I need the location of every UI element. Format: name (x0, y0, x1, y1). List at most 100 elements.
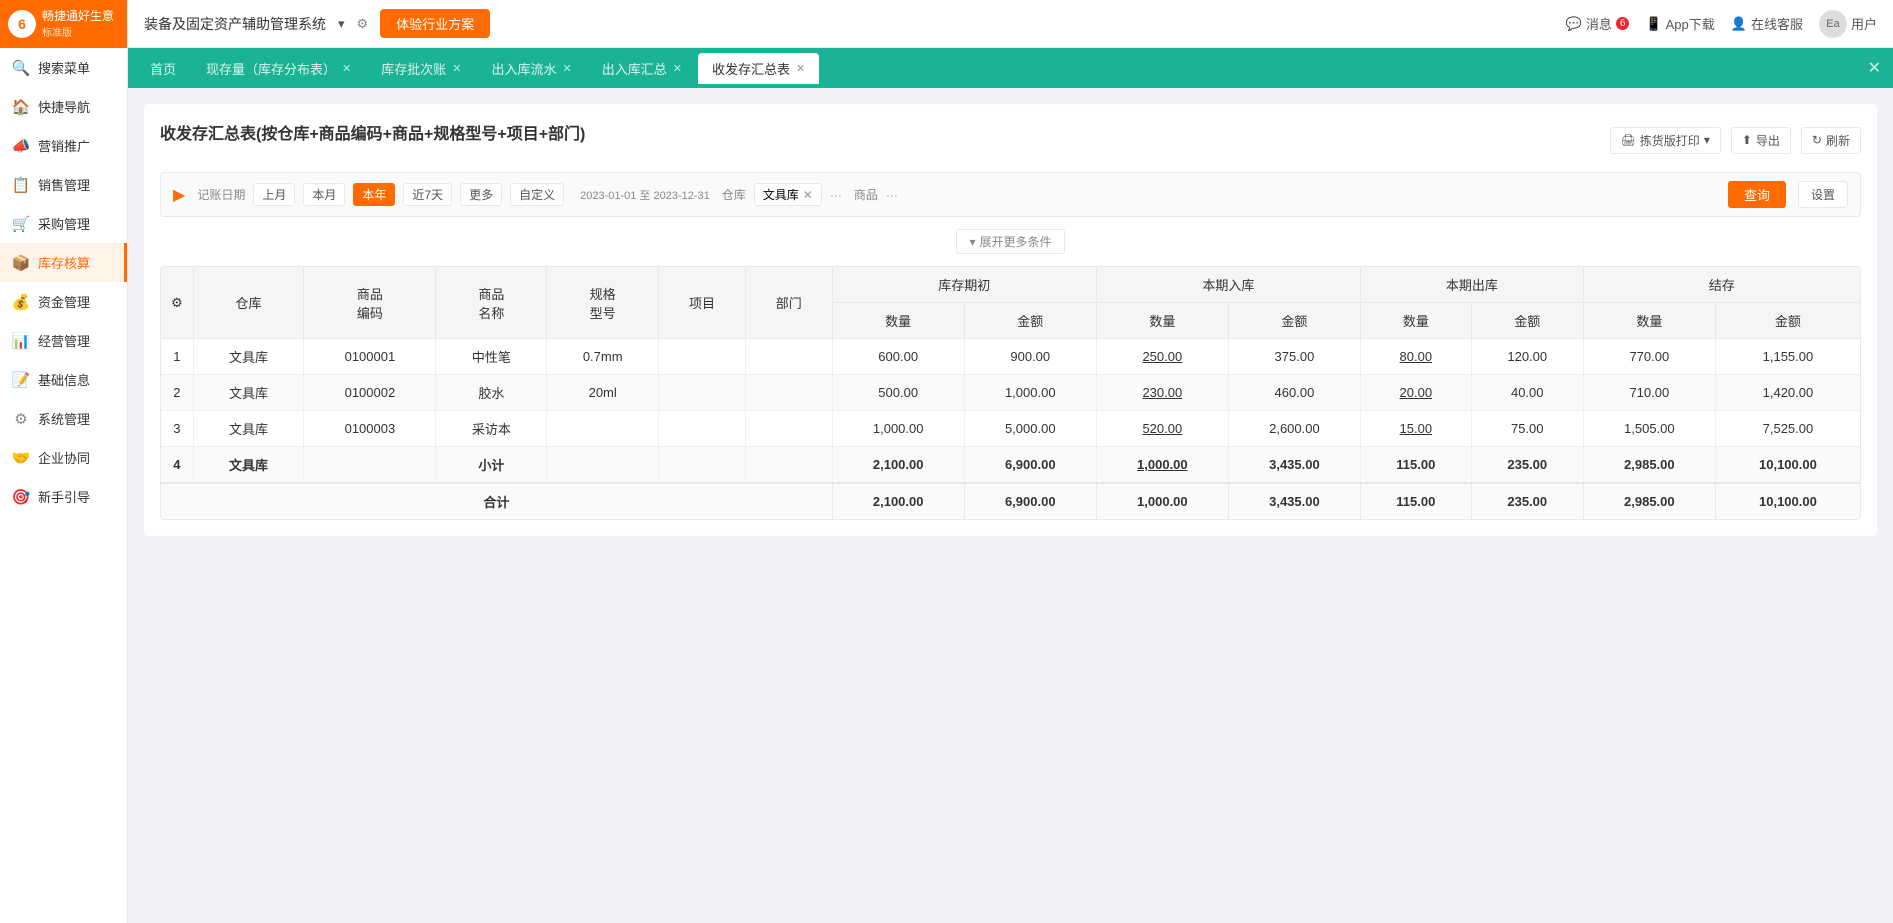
sidebar-item-marketing[interactable]: 📣 营销推广 (0, 126, 127, 165)
cell-out-qty: 115.00 (1360, 447, 1471, 484)
tabbar: 首页 现存量（库存分布表） ✕ 库存批次账 ✕ 出入库流水 ✕ 出入库汇总 ✕ … (128, 48, 1893, 88)
cell-goods-name: 采访本 (436, 411, 547, 447)
cell-goods-name: 中性笔 (436, 339, 547, 375)
col-goods-spec-header: 规格型号 (547, 267, 659, 339)
settings-icon[interactable]: ⚙ (357, 16, 369, 32)
trial-btn[interactable]: 体验行业方案 (380, 9, 490, 38)
goods-filter: 商品 ··· (854, 186, 898, 203)
tab-batch-close[interactable]: ✕ (452, 62, 461, 75)
cell-balance-amt: 10,100.00 (1715, 447, 1860, 484)
refresh-btn[interactable]: ↻ 刷新 (1801, 127, 1861, 154)
cell-out-amt: 75.00 (1471, 411, 1583, 447)
tab-inventory-dist-close[interactable]: ✕ (342, 62, 351, 75)
guide-icon: 🎯 (12, 488, 30, 506)
sidebar-item-basic[interactable]: 📝 基础信息 (0, 360, 127, 399)
operations-icon: 📊 (12, 332, 30, 350)
messages-item[interactable]: 💬 消息 6 (1566, 14, 1630, 33)
sidebar-item-search[interactable]: 🔍 搜索菜单 (0, 48, 127, 87)
cell-dept (745, 339, 832, 375)
tab-inout-flow[interactable]: 出入库流水 ✕ (477, 53, 585, 84)
col-in-qty-header: 数量 (1096, 303, 1228, 339)
tab-home[interactable]: 首页 (136, 53, 190, 84)
col-warehouse-header: 仓库 (193, 267, 304, 339)
cell-in-qty[interactable]: 1,000.00 (1096, 447, 1228, 484)
tab-inout-summary-close[interactable]: ✕ (673, 62, 682, 75)
cell-no: 1 (161, 339, 193, 375)
cell-in-amt: 460.00 (1228, 375, 1360, 411)
cell-warehouse: 文具库 (193, 375, 304, 411)
user-item[interactable]: Ea 用户 (1819, 10, 1877, 38)
date-btn-custom[interactable]: 自定义 (510, 183, 564, 206)
header-actions: 🖨 拣货版打印 ▾ ⬆ 导出 ↻ 刷新 (1610, 127, 1861, 154)
warehouse-tag: 文具库 ✕ (754, 183, 822, 206)
cell-out-qty[interactable]: 15.00 (1360, 411, 1471, 447)
system-dropdown[interactable]: ▾ (338, 16, 345, 32)
sidebar-item-purchase[interactable]: 🛒 采购管理 (0, 204, 127, 243)
filter-bar: ▶ 记账日期 上月 本月 本年 近7天 更多 自定义 2023-01-01 至 … (160, 172, 1861, 217)
goods-filter-label: 商品 (854, 186, 878, 203)
tab-batch[interactable]: 库存批次账 ✕ (367, 53, 475, 84)
warehouse-more-icon[interactable]: ··· (830, 188, 842, 202)
system-icon: ⚙ (12, 410, 30, 428)
tab-recv-summary-close[interactable]: ✕ (796, 62, 805, 75)
cell-goods-spec (547, 447, 659, 484)
cell-opening-qty: 1,000.00 (832, 411, 964, 447)
cell-out-qty[interactable]: 20.00 (1360, 375, 1471, 411)
cell-goods-code (304, 447, 436, 484)
sidebar-label-system: 系统管理 (38, 409, 90, 428)
date-filter-group: 记账日期 上月 本月 本年 近7天 更多 自定义 (197, 183, 564, 206)
print-btn[interactable]: 🖨 拣货版打印 ▾ (1610, 127, 1721, 154)
tab-inventory-dist[interactable]: 现存量（库存分布表） ✕ (192, 53, 365, 84)
col-in-header: 本期入库 (1096, 267, 1360, 303)
sales-icon: 📋 (12, 176, 30, 194)
app-download-item[interactable]: 📱 App下载 (1645, 14, 1714, 33)
purchase-icon: 🛒 (12, 215, 30, 233)
footer-balance-amt: 10,100.00 (1715, 483, 1860, 519)
date-btn-prev-month[interactable]: 上月 (253, 183, 295, 206)
col-balance-amt-header: 金额 (1715, 303, 1860, 339)
tab-recv-summary[interactable]: 收发存汇总表 ✕ (698, 53, 819, 84)
sidebar-item-quick[interactable]: 🏠 快捷导航 (0, 87, 127, 126)
tab-home-label: 首页 (150, 59, 176, 78)
print-label: 拣货版打印 (1640, 132, 1700, 149)
sidebar-item-guide[interactable]: 🎯 新手引导 (0, 477, 127, 516)
warehouse-tag-remove[interactable]: ✕ (803, 188, 813, 202)
footer-in-qty: 1,000.00 (1096, 483, 1228, 519)
cell-out-qty[interactable]: 80.00 (1360, 339, 1471, 375)
cell-warehouse: 文具库 (193, 411, 304, 447)
date-btn-cur-month[interactable]: 本月 (303, 183, 345, 206)
sidebar-item-system[interactable]: ⚙ 系统管理 (0, 399, 127, 438)
setting-btn[interactable]: 设置 (1798, 181, 1848, 208)
col-settings-icon[interactable]: ⚙ (161, 267, 193, 339)
sidebar-label-sales: 销售管理 (38, 175, 90, 194)
cell-goods-code: 0100003 (304, 411, 436, 447)
sidebar-item-finance[interactable]: 💰 资金管理 (0, 282, 127, 321)
tab-inout-flow-close[interactable]: ✕ (563, 62, 572, 75)
date-btn-more[interactable]: 更多 (460, 183, 502, 206)
cell-in-qty[interactable]: 230.00 (1096, 375, 1228, 411)
col-balance-header: 结存 (1583, 267, 1860, 303)
sidebar-item-operations[interactable]: 📊 经营管理 (0, 321, 127, 360)
cell-in-qty[interactable]: 520.00 (1096, 411, 1228, 447)
sidebar-item-corp[interactable]: 🤝 企业协同 (0, 438, 127, 477)
export-btn[interactable]: ⬆ 导出 (1731, 127, 1791, 154)
date-btn-7days[interactable]: 近7天 (403, 183, 452, 206)
date-btn-cur-year[interactable]: 本年 (353, 183, 395, 206)
sidebar-item-inventory[interactable]: 📦 库存核算 (0, 243, 127, 282)
dropdown-arrow-icon: ▾ (338, 16, 345, 32)
cell-balance-amt: 7,525.00 (1715, 411, 1860, 447)
cell-in-qty[interactable]: 250.00 (1096, 339, 1228, 375)
print-arrow-icon: ▾ (1704, 133, 1710, 147)
tabbar-close-btn[interactable]: ✕ (1868, 58, 1881, 78)
goods-more-icon[interactable]: ··· (886, 188, 898, 202)
filter-collapse-icon[interactable]: ▶ (173, 185, 185, 205)
col-out-qty-header: 数量 (1360, 303, 1471, 339)
query-btn[interactable]: 查询 (1728, 181, 1786, 208)
sidebar-item-sales[interactable]: 📋 销售管理 (0, 165, 127, 204)
tab-inout-summary[interactable]: 出入库汇总 ✕ (588, 53, 696, 84)
user-label: 用户 (1851, 14, 1877, 33)
online-service-item[interactable]: 👤 在线客服 (1731, 14, 1803, 33)
expand-conditions-btn[interactable]: ▾ 展开更多条件 (956, 229, 1064, 254)
col-out-amt-header: 金额 (1471, 303, 1583, 339)
app-logo: 6 (8, 10, 36, 38)
